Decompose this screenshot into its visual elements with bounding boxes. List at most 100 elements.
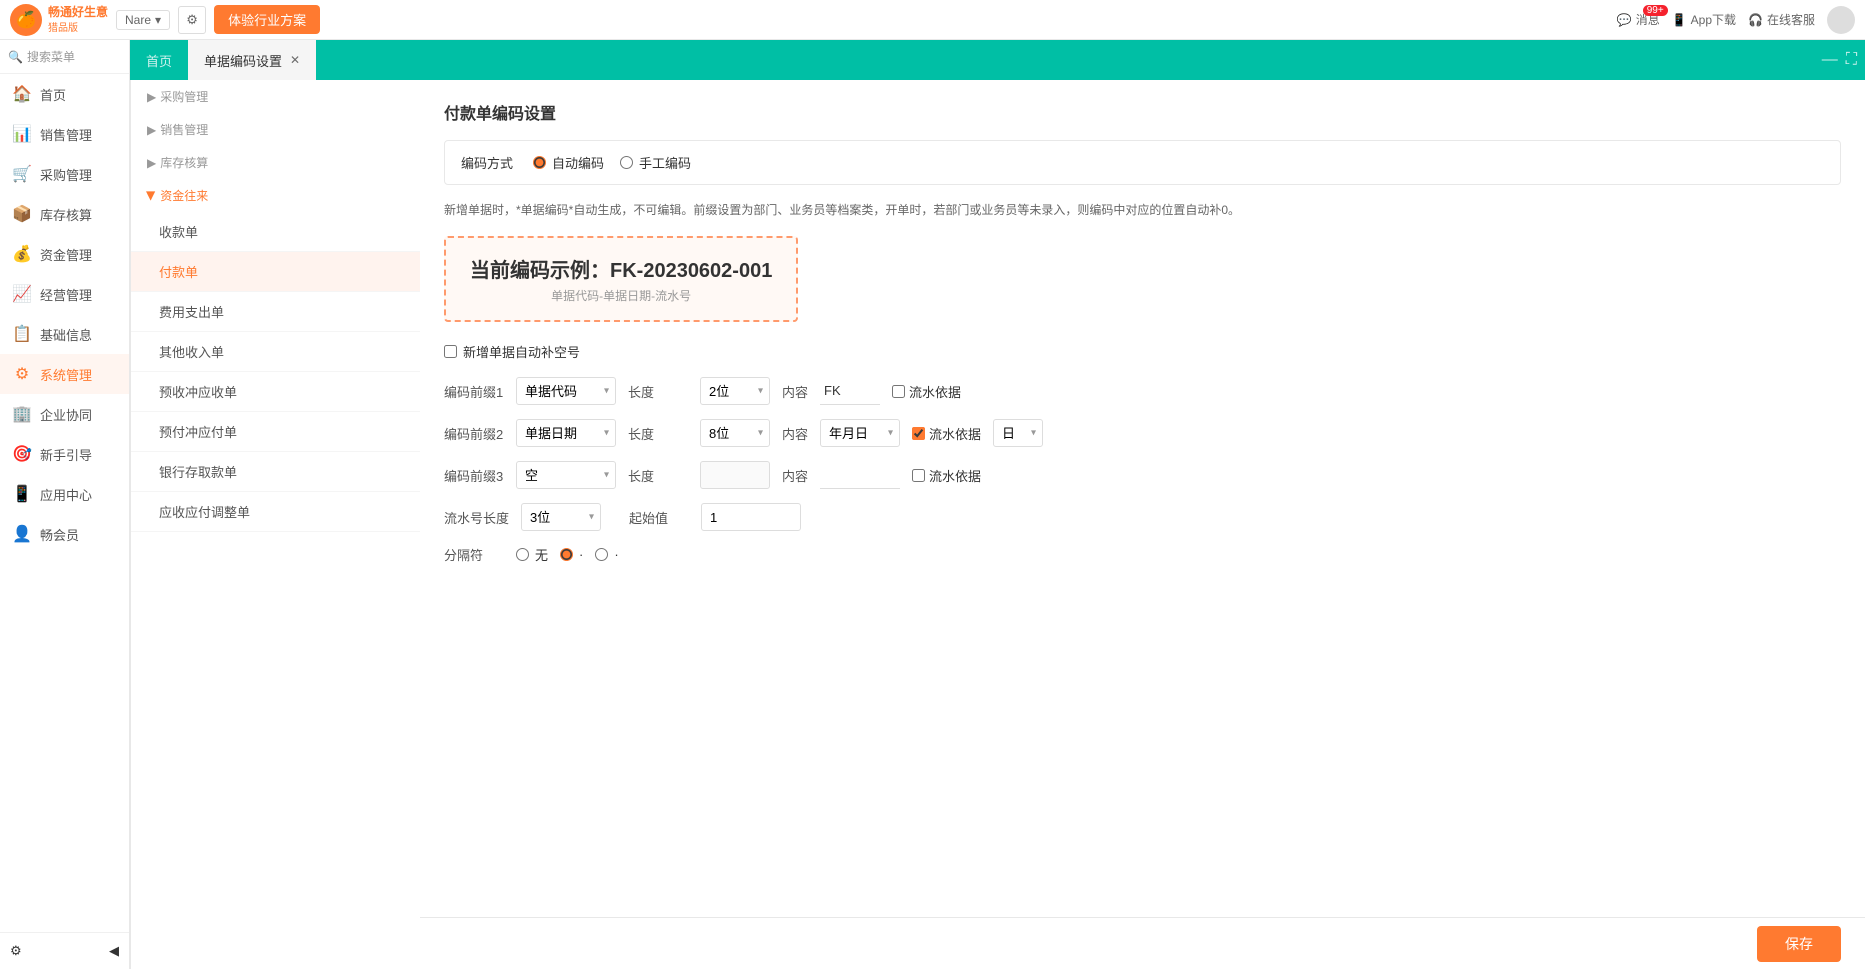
prefix1-select[interactable]: 单据代码 单据日期 空 ▾ bbox=[516, 377, 616, 405]
gear-button[interactable]: ⚙ bbox=[178, 6, 206, 34]
prefix2-label: 编码前缀2 bbox=[444, 424, 504, 443]
coding-radio-group: 自动编码 手工编码 bbox=[533, 153, 691, 172]
sidebar-item-purchase[interactable]: 🛒 采购管理 bbox=[0, 154, 129, 194]
new-doc-fill-row[interactable]: 新增单据自动补空号 bbox=[444, 342, 1841, 361]
sidebar-item-member[interactable]: 👤 畅会员 bbox=[0, 514, 129, 554]
online-service-button[interactable]: 🎧 在线客服 bbox=[1748, 11, 1815, 28]
serial-length-select-input[interactable]: 3位 4位 5位 bbox=[530, 510, 567, 525]
sidebar-item-system[interactable]: ⚙ 系统管理 bbox=[0, 354, 129, 394]
prefix2-content-select-input[interactable]: 年月日 年月 年 bbox=[829, 426, 885, 441]
prefix3-select[interactable]: 空 单据代码 单据日期 ▾ bbox=[516, 461, 616, 489]
sidebar-item-home[interactable]: 🏠 首页 bbox=[0, 74, 129, 114]
section-inventory[interactable]: ▶ 库存核算 bbox=[131, 146, 420, 179]
section-sales[interactable]: ▶ 销售管理 bbox=[131, 113, 420, 146]
prefix2-length-select[interactable]: 8位 4位 6位 ▾ bbox=[700, 419, 770, 447]
separator-dot-radio[interactable] bbox=[560, 548, 573, 561]
prefix1-row: 编码前缀1 单据代码 单据日期 空 ▾ 长度 bbox=[444, 377, 1841, 405]
prefix2-length-select-input[interactable]: 8位 4位 6位 bbox=[709, 426, 746, 441]
chevron-capital-icon: ▶ bbox=[145, 191, 159, 200]
prefix1-length-select[interactable]: 2位 4位 6位 ▾ bbox=[700, 377, 770, 405]
section-purchase-label: 采购管理 bbox=[160, 88, 208, 105]
serial-length-select[interactable]: 3位 4位 5位 ▾ bbox=[521, 503, 601, 531]
sidebar-item-enterprise[interactable]: 🏢 企业协同 bbox=[0, 394, 129, 434]
prefix2-period-select-input[interactable]: 日 月 年 bbox=[1002, 426, 1032, 441]
footer-collapse-icon[interactable]: ◀ bbox=[109, 943, 119, 959]
separator-dot-option[interactable]: · bbox=[560, 547, 583, 562]
menu-item-prepay-payable[interactable]: 预付冲应付单 bbox=[131, 412, 420, 452]
prefix1-stream-check[interactable]: 流水依据 bbox=[892, 382, 961, 401]
auto-coding-radio[interactable] bbox=[533, 156, 546, 169]
sidebar-item-purchase-label: 采购管理 bbox=[40, 165, 92, 184]
industry-button[interactable]: 体验行业方案 bbox=[214, 5, 320, 34]
sidebar-search[interactable]: 🔍 搜索菜单 bbox=[0, 40, 129, 74]
menu-item-bank-deposit[interactable]: 银行存取款单 bbox=[131, 452, 420, 492]
menu-item-expense[interactable]: 费用支出单 bbox=[131, 292, 420, 332]
main-scrollable: 付款单编码设置 编码方式 自动编码 bbox=[420, 80, 1865, 917]
separator-dash-label: · bbox=[614, 547, 618, 562]
sidebar-item-appcenter[interactable]: 📱 应用中心 bbox=[0, 474, 129, 514]
prefix2-stream-checkbox[interactable] bbox=[912, 427, 925, 440]
sidebar-item-newguide[interactable]: 🎯 新手引导 bbox=[0, 434, 129, 474]
topbar-right: 💬 消息 99+ 📱 App下载 🎧 在线客服 bbox=[1617, 6, 1855, 34]
menu-item-receipt[interactable]: 收款单 bbox=[131, 212, 420, 252]
manual-coding-radio[interactable] bbox=[620, 156, 633, 169]
menu-prepay-payable-label: 预付冲应付单 bbox=[159, 422, 237, 441]
menu-item-prepay-receivable[interactable]: 预收冲应收单 bbox=[131, 372, 420, 412]
menu-item-payment[interactable]: 付款单 bbox=[131, 252, 420, 292]
section-capital[interactable]: ▶ 资金往来 bbox=[131, 179, 420, 212]
separator-dash-radio[interactable] bbox=[595, 548, 608, 561]
sidebar-item-operations[interactable]: 📈 经营管理 bbox=[0, 274, 129, 314]
prefix3-stream-checkbox[interactable] bbox=[912, 469, 925, 482]
prefix1-stream-checkbox[interactable] bbox=[892, 385, 905, 398]
prefix1-select-arrow: ▾ bbox=[604, 386, 609, 397]
prefix1-length-select-input[interactable]: 2位 4位 6位 bbox=[709, 384, 746, 399]
prefix3-length-input[interactable] bbox=[700, 461, 770, 489]
app-download-button[interactable]: 📱 App下载 bbox=[1672, 11, 1736, 28]
prefix2-period-select[interactable]: 日 月 年 ▾ bbox=[993, 419, 1043, 447]
manual-coding-option[interactable]: 手工编码 bbox=[620, 153, 691, 172]
auto-coding-option[interactable]: 自动编码 bbox=[533, 153, 604, 172]
sidebar-item-finance[interactable]: 💰 资金管理 bbox=[0, 234, 129, 274]
service-icon: 🎧 bbox=[1748, 13, 1763, 27]
prefix2-stream-check[interactable]: 流水依据 bbox=[912, 424, 981, 443]
topbar: 🍊 畅通好生意 猎品版 Nare ▾ ⚙ 体验行业方案 💬 消息 99+ bbox=[0, 0, 1865, 40]
app-name: 畅通好生意 bbox=[48, 5, 108, 19]
save-button[interactable]: 保存 bbox=[1757, 926, 1841, 962]
sidebar-item-inventory[interactable]: 📦 库存核算 bbox=[0, 194, 129, 234]
prefix2-select-input[interactable]: 单据日期 单据代码 空 bbox=[525, 426, 594, 441]
prefix2-length-label: 长度 bbox=[628, 424, 688, 443]
tab-maximize-icon[interactable]: ⛶ bbox=[1846, 51, 1857, 69]
left-sidebar: 🔍 搜索菜单 🏠 首页 📊 销售管理 🛒 采购管理 📦 库存核算 💰 资 bbox=[0, 40, 130, 969]
sidebar-item-appcenter-label: 应用中心 bbox=[40, 485, 92, 504]
new-doc-fill-checkbox[interactable] bbox=[444, 345, 457, 358]
sidebar-item-sales[interactable]: 📊 销售管理 bbox=[0, 114, 129, 154]
section-purchase[interactable]: ▶ 采购管理 bbox=[131, 80, 420, 113]
prefix3-stream-check[interactable]: 流水依据 bbox=[912, 466, 981, 485]
nav-dropdown[interactable]: Nare ▾ bbox=[116, 10, 170, 30]
prefix3-length-label: 长度 bbox=[628, 466, 688, 485]
tab-coding[interactable]: 单据编码设置 ✕ bbox=[188, 40, 316, 80]
tab-coding-close-icon[interactable]: ✕ bbox=[290, 53, 300, 67]
messages-button[interactable]: 💬 消息 99+ bbox=[1617, 11, 1660, 28]
tab-minimize-icon[interactable]: — bbox=[1822, 51, 1838, 69]
sidebar-item-basic[interactable]: 📋 基础信息 bbox=[0, 314, 129, 354]
tab-home[interactable]: 首页 bbox=[130, 40, 188, 80]
sidebar-item-newguide-label: 新手引导 bbox=[40, 445, 92, 464]
menu-item-other-income[interactable]: 其他收入单 bbox=[131, 332, 420, 372]
separator-none-radio[interactable] bbox=[516, 548, 529, 561]
coding-method-row: 编码方式 自动编码 手工编码 bbox=[461, 153, 1824, 172]
separator-none-option[interactable]: 无 bbox=[516, 545, 548, 564]
start-value-input[interactable] bbox=[701, 503, 801, 531]
separator-none-label: 无 bbox=[535, 545, 548, 564]
user-avatar[interactable] bbox=[1827, 6, 1855, 34]
prefix1-content-value: FK bbox=[820, 377, 880, 405]
prefix2-content-arrow: ▾ bbox=[888, 428, 893, 439]
prefix1-select-input[interactable]: 单据代码 单据日期 空 bbox=[525, 384, 594, 399]
separator-dash-option[interactable]: · bbox=[595, 547, 618, 562]
menu-item-ar-ap-adjust[interactable]: 应收应付调整单 bbox=[131, 492, 420, 532]
prefix2-content-select[interactable]: 年月日 年月 年 ▾ bbox=[820, 419, 900, 447]
footer-settings-icon[interactable]: ⚙ bbox=[10, 943, 22, 959]
prefix3-select-input[interactable]: 空 单据代码 单据日期 bbox=[525, 468, 594, 483]
coding-method-label: 编码方式 bbox=[461, 153, 513, 172]
prefix2-select[interactable]: 单据日期 单据代码 空 ▾ bbox=[516, 419, 616, 447]
